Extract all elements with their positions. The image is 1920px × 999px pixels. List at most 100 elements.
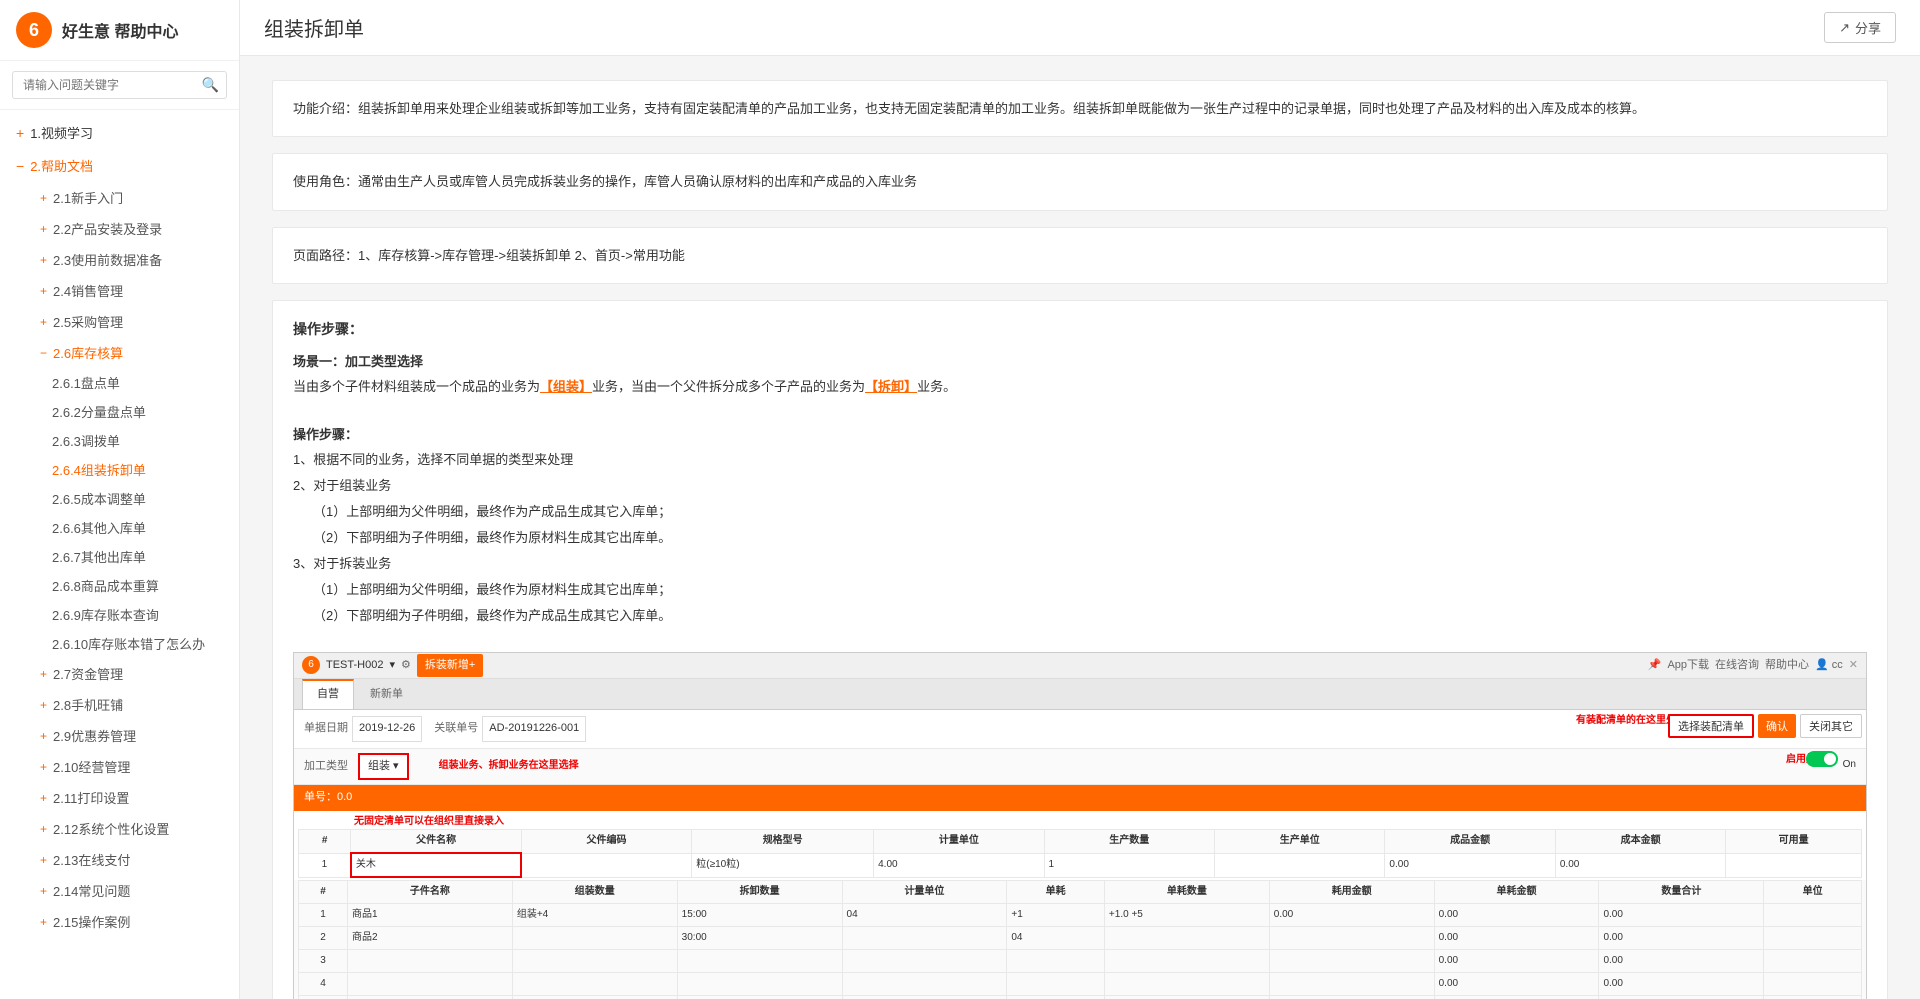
sub-th-unit: 计量单位 [842,881,1007,904]
plus-icon: + [40,915,47,929]
intro-card: 功能介绍：组装拆卸单用来处理企业组装或拆卸等加工业务，支持有固定装配清单的产品加… [272,80,1888,137]
sidebar-item-2-6-7[interactable]: 2.6.7其他出库单 [40,542,239,571]
mock-toggle-label: On [1843,759,1856,770]
sidebar-item-2-4[interactable]: + 2.4销售管理 [28,275,239,306]
plus-icon: + [40,822,47,836]
sidebar-item-2-15[interactable]: + 2.15操作案例 [28,906,239,937]
plus-icon: + [16,125,24,141]
sub-td-consump-qty: +1.0 +5 [1104,904,1269,927]
sub-td-consump-amt: 0.00 [1269,904,1434,927]
plus-icon: + [40,284,47,298]
sub-th-unit-cost: 单耗金额 [1434,881,1599,904]
sidebar-item-2-6-2[interactable]: 2.6.2分量盘点单 [40,397,239,426]
th-unit: 计量单位 [874,830,1044,854]
mock-btn-close-other[interactable]: 关闭其它 [1800,714,1862,738]
sub-th-consump-qty: 单耗数量 [1104,881,1269,904]
mock-btn-confirm[interactable]: 确认 [1758,714,1796,738]
sidebar-label: 2.6库存核算 [53,343,123,362]
sidebar-item-2-6-5[interactable]: 2.6.5成本调整单 [40,484,239,513]
plus-icon: + [40,698,47,712]
td-parent-code [521,853,691,877]
plus-icon: + [40,729,47,743]
step3: 3、对于拆装业务 [293,551,1867,577]
sidebar-item-2-14[interactable]: + 2.14常见问题 [28,875,239,906]
mock-tab-active[interactable]: 自营 [302,679,354,709]
sidebar-label: 2.15操作案例 [53,912,130,931]
mock-form-row: 单据日期 2019-12-26 关联单号 AD-20191226-001 [304,716,586,742]
mock-action-btns: 选择装配清单 确认 关闭其它 [1668,714,1862,738]
operations-title: 操作步骤： [293,317,1867,342]
annotation-free-entry: 无固定清单可以在组织里直接录入 [354,813,504,831]
td-prod-unit [1214,853,1384,877]
sidebar-label: 2.1新手入门 [53,188,123,207]
sidebar-item-2-6[interactable]: − 2.6库存核算 [28,337,239,368]
sidebar-item-2-6-9[interactable]: 2.6.9库存账本查询 [40,600,239,629]
plus-icon: + [40,315,47,329]
sidebar-item-2-1[interactable]: + 2.1新手入门 [28,182,239,213]
sidebar-item-2-6-8[interactable]: 2.6.8商品成本重算 [40,571,239,600]
sub-td-assemble [512,927,677,950]
sidebar-item-2-3[interactable]: + 2.3使用前数据准备 [28,244,239,275]
sub-td-disassemble: 15:00 [677,904,842,927]
mock-child-table: # 子件名称 组装数量 拆卸数量 计量单位 单耗 单耗数量 耗用金额 单耗金额 … [298,880,1862,999]
mock-parent-table: # 父件名称 父件编码 规格型号 计量单位 生产数量 生产单位 成品金额 成本金… [298,829,1862,878]
mock-tab-new[interactable]: 新新单 [356,681,417,709]
td-qty: 1 [1044,853,1214,877]
sidebar-item-2-6-3[interactable]: 2.6.3调拨单 [40,426,239,455]
sidebar-label: 2.9优惠券管理 [53,726,136,745]
sidebar-label: 2.12系统个性化设置 [53,819,169,838]
search-input[interactable] [12,71,227,99]
share-button[interactable]: ↗ 分享 [1824,12,1896,43]
sub-th-assemble: 组装数量 [512,881,677,904]
sidebar-item-2-7[interactable]: + 2.7资金管理 [28,658,239,689]
sidebar-item-docs[interactable]: − 2.帮助文档 [0,149,239,182]
sidebar-item-2-12[interactable]: + 2.12系统个性化设置 [28,813,239,844]
sidebar-item-2-13[interactable]: + 2.13在线支付 [28,844,239,875]
logo-area: 6 好生意 帮助中心 [0,0,239,61]
td-parent-name: 关木 [351,853,521,877]
th-num: # [299,830,351,854]
sidebar-item-2-6-6[interactable]: 2.6.6其他入库单 [40,513,239,542]
mock-icon3: App下载 [1667,656,1709,676]
sidebar-item-2-8[interactable]: + 2.8手机旺铺 [28,689,239,720]
mock-table-upper: # 父件名称 父件编码 规格型号 计量单位 生产数量 生产单位 成品金额 成本金… [294,829,1866,878]
minus-icon: − [40,346,47,360]
sidebar-item-2-6-4[interactable]: 2.6.4组装拆卸单 [40,455,239,484]
table-row: 1 商品1 组装+4 15:00 04 +1 +1.0 +5 0.00 0.00… [299,904,1862,927]
mock-btn-bom[interactable]: 选择装配清单 [1668,714,1754,738]
mock-close-icon[interactable]: ✕ [1849,656,1858,676]
th-prod-unit: 生产单位 [1214,830,1384,854]
mock-assoc-value: AD-20191226-001 [482,716,586,742]
sidebar-item-video[interactable]: + 1.视频学习 [0,116,239,149]
sub-th-consumption: 单耗 [1007,881,1105,904]
sidebar-item-2-10[interactable]: + 2.10经营管理 [28,751,239,782]
sidebar-item-2-2[interactable]: + 2.2产品安装及登录 [28,213,239,244]
sidebar-item-2-9[interactable]: + 2.9优惠券管理 [28,720,239,751]
mock-title: TEST-H002 [326,656,383,676]
mock-icon1: ⚙ [401,656,411,676]
mock-date-label: 单据日期 [304,719,348,739]
th-spec: 规格型号 [692,830,874,854]
intro-text: 功能介绍：组装拆卸单用来处理企业组装或拆卸等加工业务，支持有固定装配清单的产品加… [293,101,1645,116]
plus-icon: + [40,667,47,681]
sidebar-item-2-11[interactable]: + 2.11打印设置 [28,782,239,813]
plus-icon: + [40,253,47,267]
sub-td-unit-cost: 0.00 [1434,927,1599,950]
sub-td-total-qty: 0.00 [1599,927,1764,950]
mock-icon6: 👤 cc [1815,656,1843,676]
sidebar-label: 2.4销售管理 [53,281,123,300]
sidebar-item-2-6-1[interactable]: 2.6.1盘点单 [40,368,239,397]
mock-icon2: 📌 [1648,656,1662,676]
step2-1: （1）上部明细为父件明细，最终作为产成品生成其它入库单； [293,499,1867,525]
mock-type-value[interactable]: 组装 ▾ [358,753,409,781]
table-row: 2 商品2 30:00 04 0.00 0.00 [299,927,1862,950]
th-qty: 生产数量 [1044,830,1214,854]
td-num: 1 [299,853,351,877]
mock-btn-new[interactable]: 拆装新增+ [417,654,483,678]
sidebar-item-2-5[interactable]: + 2.5采购管理 [28,306,239,337]
mock-toggle[interactable] [1806,751,1838,767]
search-box[interactable]: 🔍 [0,61,239,110]
th-prod-amount: 成品金额 [1385,830,1555,854]
sub-td-unit2 [1764,927,1862,950]
sidebar-item-2-6-10[interactable]: 2.6.10库存账本错了怎么办 [40,629,239,658]
